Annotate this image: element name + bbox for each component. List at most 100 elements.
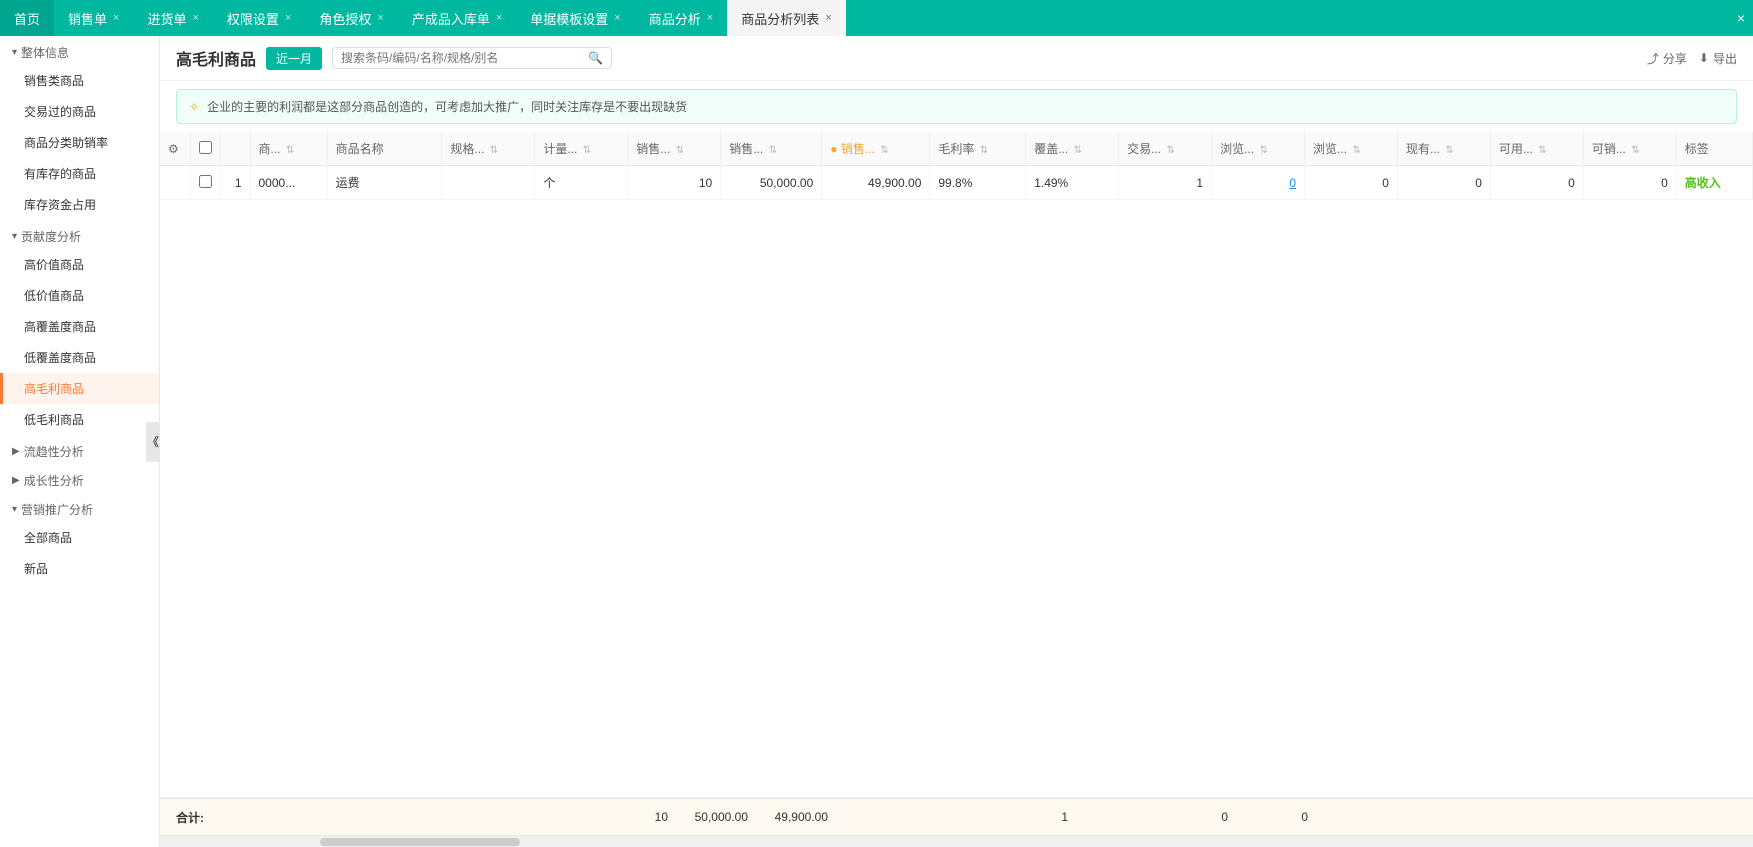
th-sales-amount[interactable]: 销售... ⇅ — [721, 132, 822, 166]
th-name-label: 商品名称 — [336, 142, 384, 156]
sidebar-item-traded-goods[interactable]: 交易过的商品 — [0, 96, 159, 127]
footer-label: 合计: — [176, 809, 236, 826]
th-sales-profit[interactable]: ● 销售... ⇅ — [822, 132, 930, 166]
cell-unit: 个 — [535, 166, 628, 200]
nav-product-inbound[interactable]: 产成品入库单 × — [398, 0, 516, 36]
period-button[interactable]: 近一月 — [266, 47, 322, 70]
th-browse2[interactable]: 浏览... ⇅ — [1305, 132, 1398, 166]
cell-settings — [160, 166, 190, 200]
sidebar-collapse-btn[interactable]: 《 — [146, 422, 160, 462]
close-role-auth[interactable]: × — [377, 12, 383, 24]
arrow-contribution: ▾ — [12, 231, 17, 242]
th-current-stock[interactable]: 现有... ⇅ — [1397, 132, 1490, 166]
th-trades[interactable]: 交易... ⇅ — [1119, 132, 1212, 166]
sidebar-section-overall[interactable]: ▾ 整体信息 — [0, 36, 159, 65]
th-trades-label: 交易... — [1127, 142, 1161, 156]
share-button[interactable]: ⤴ 分享 — [1647, 50, 1687, 67]
nav-home[interactable]: 首页 — [0, 0, 54, 36]
nav-role-auth[interactable]: 角色授权 × — [305, 0, 397, 36]
th-code[interactable]: 商... ⇅ — [250, 132, 327, 166]
sidebar-item-high-coverage[interactable]: 高覆盖度商品 — [0, 311, 159, 342]
nav-product-analysis[interactable]: 商品分析 × — [635, 0, 727, 36]
nav-purchase-order[interactable]: 进货单 × — [133, 0, 212, 36]
search-icon[interactable]: 🔍 — [588, 51, 603, 65]
info-icon: ✧ — [189, 100, 199, 114]
sidebar-item-low-margin[interactable]: 低毛利商品 — [0, 404, 159, 435]
th-num — [220, 132, 250, 166]
nav-bill-template[interactable]: 单据模板设置 × — [516, 0, 634, 36]
sidebar: 《 ▾ 整体信息 销售类商品 交易过的商品 商品分类助销率 有库存的商品 库存资… — [0, 36, 160, 847]
row-checkbox[interactable] — [199, 175, 212, 188]
sort-icon-available: ⇅ — [1538, 145, 1546, 156]
sort-icon-coverage: ⇅ — [1074, 145, 1082, 156]
cell-coverage: 1.49% — [1026, 166, 1119, 200]
content-header: 高毛利商品 近一月 🔍 ⤴ 分享 ⬇ 导出 — [160, 36, 1753, 81]
sort-icon-browse2: ⇅ — [1352, 145, 1360, 156]
sort-icon-sales-qty: ⇅ — [676, 145, 684, 156]
close-product-inbound[interactable]: × — [496, 12, 502, 24]
search-box: 🔍 — [332, 47, 612, 69]
th-unit[interactable]: 计量... ⇅ — [535, 132, 628, 166]
th-coverage[interactable]: 覆盖... ⇅ — [1026, 132, 1119, 166]
close-purchase-order[interactable]: × — [192, 12, 198, 24]
sidebar-section-growth[interactable]: ▶ 成长性分析 — [0, 464, 159, 493]
th-spec-label: 规格... — [450, 142, 484, 156]
th-checkbox[interactable] — [190, 132, 220, 166]
close-permission[interactable]: × — [285, 12, 291, 24]
sort-icon-trades: ⇅ — [1166, 145, 1174, 156]
export-icon: ⬇ — [1699, 51, 1709, 65]
th-gross-rate[interactable]: 毛利率 ⇅ — [930, 132, 1026, 166]
sidebar-item-low-coverage[interactable]: 低覆盖度商品 — [0, 342, 159, 373]
sidebar-item-high-value[interactable]: 高价值商品 — [0, 249, 159, 280]
sidebar-section-contribution[interactable]: ▾ 贡献度分析 — [0, 220, 159, 249]
horizontal-scrollbar[interactable] — [160, 835, 1753, 847]
th-settings[interactable]: ⚙ — [160, 132, 190, 166]
select-all-checkbox[interactable] — [199, 141, 212, 154]
sidebar-item-low-value[interactable]: 低价值商品 — [0, 280, 159, 311]
th-name[interactable]: 商品名称 — [327, 132, 442, 166]
sidebar-item-all-goods[interactable]: 全部商品 — [0, 522, 159, 553]
content-area: 高毛利商品 近一月 🔍 ⤴ 分享 ⬇ 导出 ✧ 企业的主要的利润都是这部分商品创… — [160, 36, 1753, 847]
footer-cell-browse2: 0 — [1156, 810, 1236, 824]
cell-sales-amount: 50,000.00 — [721, 166, 822, 200]
th-unit-label: 计量... — [543, 142, 577, 156]
sidebar-section-trend[interactable]: ▶ 流趋性分析 — [0, 435, 159, 464]
sidebar-item-sales-goods[interactable]: 销售类商品 — [0, 65, 159, 96]
sidebar-item-high-margin[interactable]: 高毛利商品 — [0, 373, 159, 404]
th-current-stock-label: 现有... — [1406, 142, 1440, 156]
nav-permission-settings[interactable]: 权限设置 × — [213, 0, 305, 36]
scrollbar-thumb[interactable] — [320, 838, 520, 846]
cell-sellable: 0 — [1583, 166, 1676, 200]
table-row: 1 0000... 运费 个 10 50,000.00 49,900.00 99… — [160, 166, 1753, 200]
arrow-marketing: ▾ — [12, 504, 17, 515]
th-available[interactable]: 可用... ⇅ — [1490, 132, 1583, 166]
export-button[interactable]: ⬇ 导出 — [1699, 50, 1737, 67]
arrow-growth: ▶ — [12, 475, 20, 486]
th-sellable[interactable]: 可销... ⇅ — [1583, 132, 1676, 166]
th-tag: 标签 — [1676, 132, 1752, 166]
sidebar-section-marketing[interactable]: ▾ 营销推广分析 — [0, 493, 159, 522]
close-product-analysis-list[interactable]: × — [825, 12, 831, 24]
close-product-analysis[interactable]: × — [707, 12, 713, 24]
search-input[interactable] — [341, 51, 588, 65]
cell-gross-rate: 99.8% — [930, 166, 1026, 200]
sidebar-item-instock-goods[interactable]: 有库存的商品 — [0, 158, 159, 189]
close-all-tabs[interactable]: × — [1737, 10, 1745, 26]
sidebar-item-category-rate[interactable]: 商品分类助销率 — [0, 127, 159, 158]
sidebar-item-stock-capital[interactable]: 库存资金占用 — [0, 189, 159, 220]
cell-checkbox[interactable] — [190, 166, 220, 200]
close-bill-template[interactable]: × — [614, 12, 620, 24]
th-sales-qty[interactable]: 销售... ⇅ — [628, 132, 721, 166]
close-sales-order[interactable]: × — [113, 12, 119, 24]
th-browse1[interactable]: 浏览... ⇅ — [1212, 132, 1305, 166]
th-spec[interactable]: 规格... ⇅ — [442, 132, 535, 166]
nav-sales-order[interactable]: 销售单 × — [54, 0, 133, 36]
sidebar-item-new-goods[interactable]: 新品 — [0, 553, 159, 584]
cell-browse1[interactable]: 0 — [1212, 166, 1305, 200]
footer-total-row: 合计: 10 50,000.00 49,900.00 1 0 — [160, 797, 1753, 835]
th-coverage-label: 覆盖... — [1034, 142, 1068, 156]
cell-browse2: 0 — [1305, 166, 1398, 200]
top-navigation: 首页 销售单 × 进货单 × 权限设置 × 角色授权 × 产成品入库单 × 单据… — [0, 0, 1753, 36]
th-tag-label: 标签 — [1685, 142, 1709, 156]
nav-product-analysis-list[interactable]: 商品分析列表 × — [727, 0, 845, 36]
